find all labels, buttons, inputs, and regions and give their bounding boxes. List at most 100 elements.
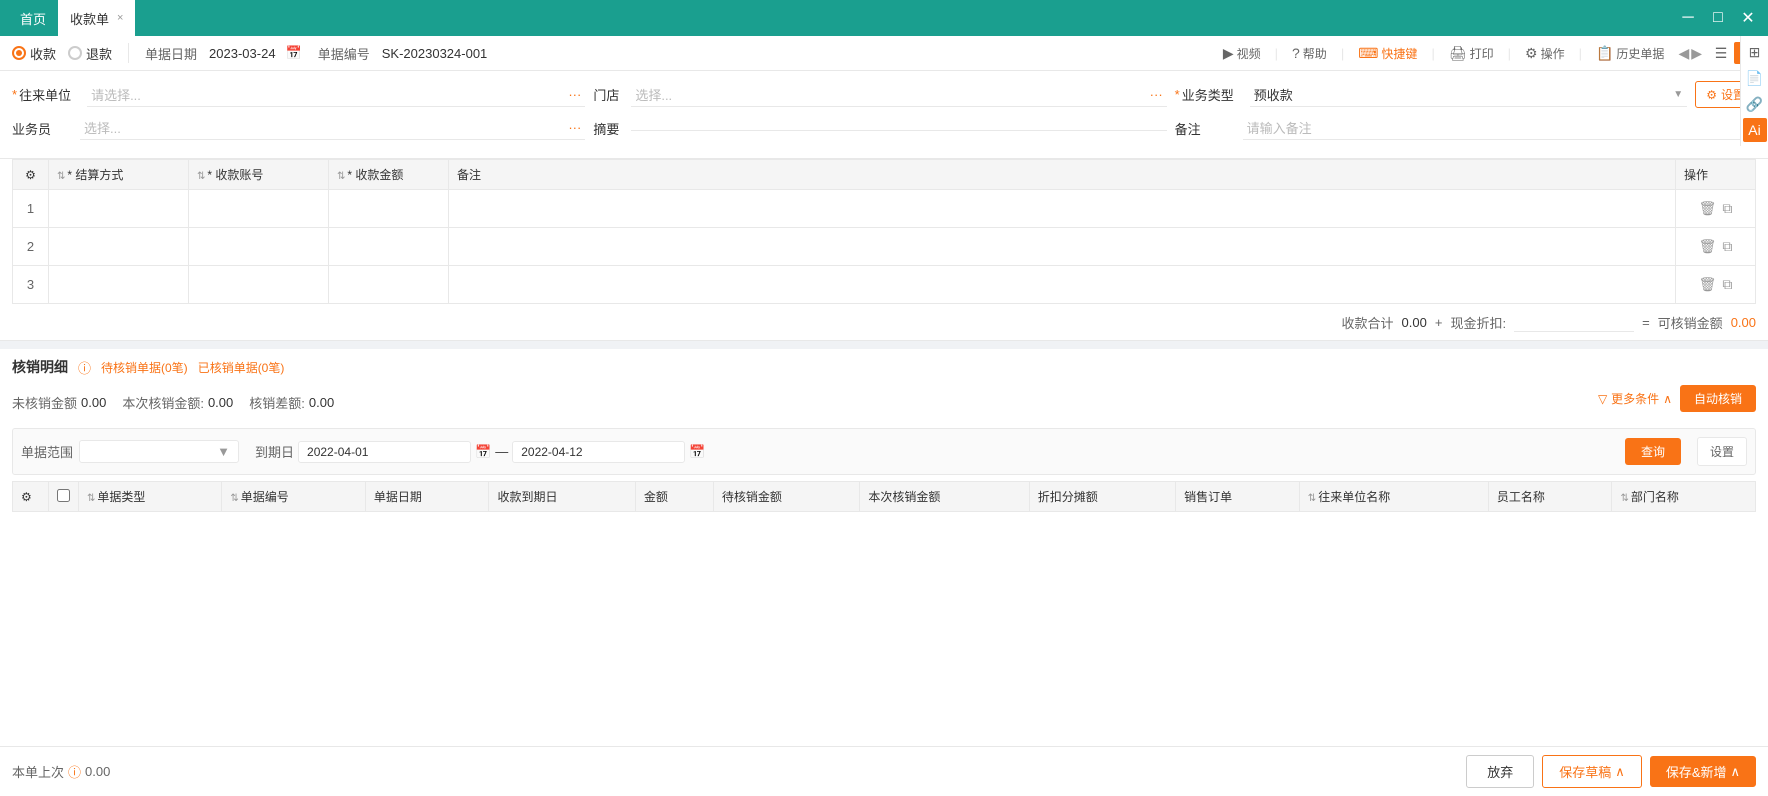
bottom-checkbox-col[interactable] <box>49 482 79 512</box>
note-label: 备注 <box>1175 119 1235 138</box>
row-1-note[interactable] <box>449 190 1676 228</box>
agent-more-icon[interactable]: ··· <box>568 120 581 135</box>
tab-close-icon[interactable]: × <box>117 12 123 24</box>
window-min-icon[interactable]: ─ <box>1676 6 1700 30</box>
total-label: 收款合计 <box>1342 313 1394 332</box>
row-2-settlement[interactable] <box>49 228 189 266</box>
per-page-info: 本单上次 ⓘ 0.00 <box>12 762 1458 781</box>
row-3-account[interactable] <box>189 266 329 304</box>
discount-input[interactable] <box>1514 312 1634 332</box>
table-row: 2 🗑 ⧉ <box>13 228 1756 266</box>
window-max-icon[interactable]: □ <box>1706 6 1730 30</box>
due-start-input[interactable] <box>298 441 471 463</box>
row-3-copy-icon[interactable]: ⧉ <box>1722 276 1732 293</box>
operate-icon: ⚙ <box>1525 45 1538 62</box>
date-picker-icon[interactable]: 📅 <box>286 45 302 61</box>
diff-value: 0.00 <box>309 395 334 410</box>
bottom-gear-col[interactable]: ⚙ <box>13 482 49 512</box>
history-btn[interactable]: 📋 历史单据 <box>1590 43 1670 64</box>
select-all-checkbox[interactable] <box>57 489 70 502</box>
pending-tab-link[interactable]: 待核销单据(0笔) <box>101 359 188 376</box>
verification-info-icon[interactable]: ⓘ <box>78 358 91 377</box>
due-end-cal-icon[interactable]: 📅 <box>689 444 705 460</box>
summary-input-wrap[interactable] <box>631 126 1166 131</box>
print-btn[interactable]: 🖨 打印 <box>1443 43 1500 64</box>
per-page-label: 本单上次 <box>12 762 64 781</box>
done-tab-link[interactable]: 已核销单据(0笔) <box>198 359 285 376</box>
bottom-settings-btn[interactable]: 设置 <box>1697 437 1747 466</box>
form-section: * 往来单位 请选择... ··· 门店 选择... ··· * 业务类型 <box>0 71 1768 159</box>
due-label: 到期日 <box>255 442 294 461</box>
row-1-delete-icon[interactable]: 🗑 <box>1699 200 1717 217</box>
sidebar-link-icon[interactable]: 🔗 <box>1743 92 1767 116</box>
row-3-delete-icon[interactable]: 🗑 <box>1699 276 1717 293</box>
range-select[interactable]: ▼ <box>79 440 239 463</box>
more-conditions-label: 更多条件 <box>1611 390 1659 407</box>
counterparty-input-wrap[interactable]: 请选择... ··· <box>87 83 585 107</box>
video-btn[interactable]: ▶ 视频 <box>1217 43 1267 64</box>
home-label: 首页 <box>20 9 46 28</box>
store-input-wrap[interactable]: 选择... ··· <box>631 83 1166 107</box>
sidebar-doc-icon[interactable]: 📄 <box>1743 66 1767 90</box>
gear-col-header[interactable]: ⚙ <box>13 160 49 190</box>
col-counterparty: ⇅往来单位名称 <box>1299 482 1488 512</box>
receipt-radio[interactable]: 收款 <box>12 44 56 63</box>
help-btn[interactable]: ? 帮助 <box>1286 43 1333 64</box>
due-start-cal-icon[interactable]: 📅 <box>475 444 491 460</box>
save-new-button[interactable]: 保存&新增 ∧ <box>1650 756 1756 787</box>
row-2-note[interactable] <box>449 228 1676 266</box>
bottom-table-wrap: ⚙ ⇅单据类型 ⇅单据编号 单据日期 收款到期日 金额 待核销金额 本次核销金额… <box>12 481 1756 738</box>
col-dept: ⇅部门名称 <box>1612 482 1756 512</box>
row-3-amount[interactable] <box>329 266 449 304</box>
sidebar-ai-icon[interactable]: Ai <box>1743 118 1767 142</box>
agent-input-wrap[interactable]: 选择... ··· <box>80 116 585 140</box>
ai-label: Ai <box>1748 122 1760 138</box>
row-1-settlement[interactable] <box>49 190 189 228</box>
row-2-copy-icon[interactable]: ⧉ <box>1722 238 1732 255</box>
row-3-note[interactable] <box>449 266 1676 304</box>
equals-sign: = <box>1642 315 1650 330</box>
row-2-amount[interactable] <box>329 228 449 266</box>
store-more-icon[interactable]: ··· <box>1150 87 1163 102</box>
receipt-tab[interactable]: 收款单 × <box>58 0 135 36</box>
col-date: 单据日期 <box>365 482 489 512</box>
type-select[interactable]: 预收款 ▼ <box>1250 83 1687 107</box>
prev-arrow[interactable]: ◀ <box>1678 45 1689 62</box>
row-1-amount[interactable] <box>329 190 449 228</box>
next-arrow[interactable]: ▶ <box>1691 45 1702 62</box>
filter-icon: ▽ <box>1598 392 1607 406</box>
bottom-gear-icon: ⚙ <box>21 490 32 504</box>
row-2-action: 🗑 ⧉ <box>1676 228 1756 266</box>
row-3-settlement[interactable] <box>49 266 189 304</box>
save-draft-button[interactable]: 保存草稿 ∧ <box>1542 755 1642 788</box>
list-view-btn[interactable]: ☰ <box>1710 42 1732 64</box>
current-stat: 本次核销金额: 0.00 <box>122 393 233 412</box>
sidebar-table-icon[interactable]: ⊞ <box>1743 40 1767 64</box>
help-label: 帮助 <box>1303 45 1327 62</box>
due-end-input[interactable] <box>512 441 685 463</box>
filter-row: ▽ 更多条件 ∧ 自动核销 <box>1598 385 1756 412</box>
refund-radio-label: 退款 <box>86 44 112 63</box>
row-1-copy-icon[interactable]: ⧉ <box>1722 200 1732 217</box>
row-2-account[interactable] <box>189 228 329 266</box>
counterparty-more-icon[interactable]: ··· <box>568 87 581 102</box>
unverified-label: 未核销金额 <box>12 393 77 412</box>
home-tab[interactable]: 首页 <box>8 0 58 36</box>
query-button[interactable]: 查询 <box>1625 438 1681 465</box>
table-gear-icon: ⚙ <box>25 168 36 182</box>
shortcut-btn[interactable]: ⌨ 快捷键 <box>1352 43 1423 64</box>
row-1-account[interactable] <box>189 190 329 228</box>
top-nav: 首页 收款单 × ─ □ ✕ <box>0 0 1768 36</box>
more-conditions-btn[interactable]: ▽ 更多条件 ∧ <box>1598 390 1672 407</box>
operate-btn[interactable]: ⚙ 操作 <box>1519 43 1571 64</box>
window-close-icon[interactable]: ✕ <box>1736 6 1760 30</box>
current-label: 本次核销金额: <box>122 393 204 412</box>
per-page-info-icon[interactable]: ⓘ <box>68 762 81 781</box>
refund-radio[interactable]: 退款 <box>68 44 112 63</box>
row-2-delete-icon[interactable]: 🗑 <box>1699 238 1717 255</box>
discard-button[interactable]: 放弃 <box>1466 755 1534 788</box>
receipt-table-section: ⚙ ⇅* 结算方式 ⇅* 收款账号 ⇅* 收款金额 备注 操 <box>0 159 1768 304</box>
note-input-wrap[interactable]: 请输入备注 <box>1243 116 1748 140</box>
auto-verify-btn[interactable]: 自动核销 <box>1680 385 1756 412</box>
type-arrow-icon: ▼ <box>1673 89 1683 100</box>
